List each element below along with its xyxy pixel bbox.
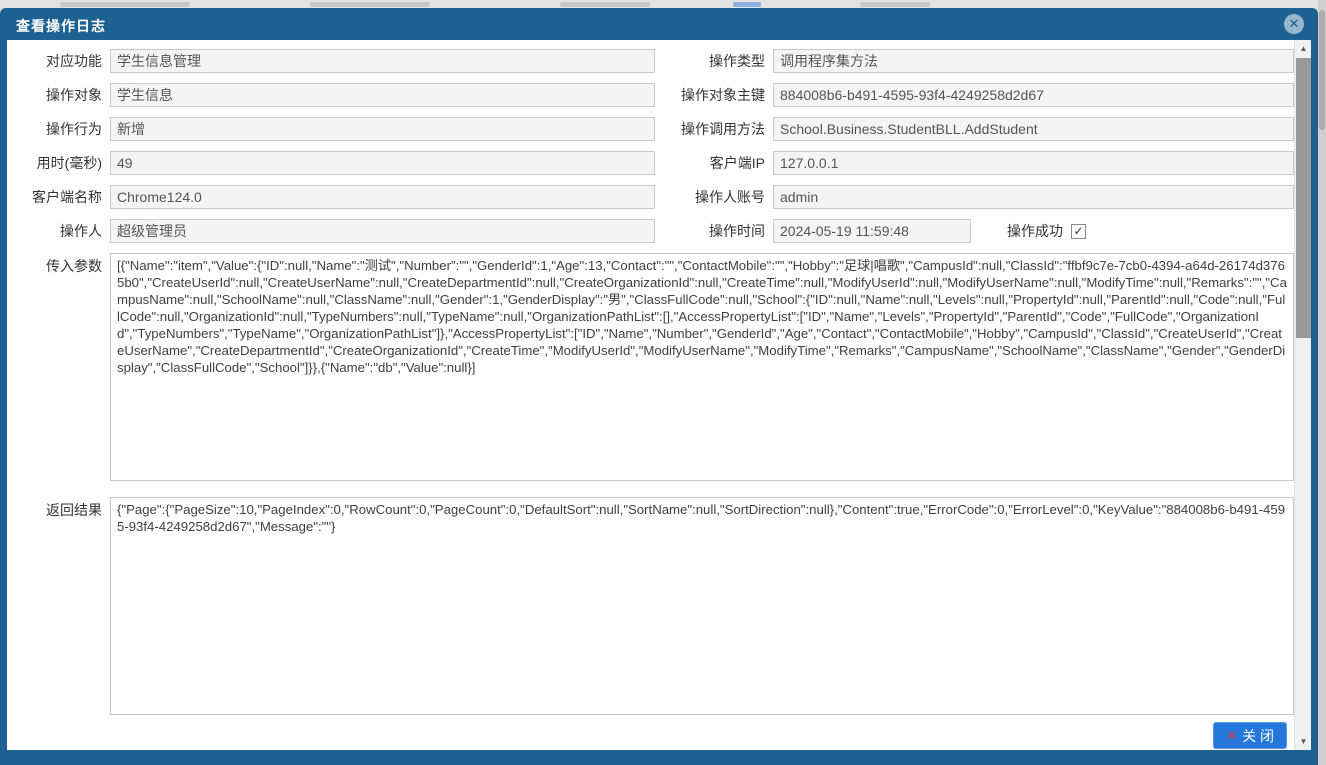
client-ip-field[interactable]: [773, 151, 1294, 175]
page-scrollbar-thumb[interactable]: [1319, 10, 1325, 130]
field-label-client-ip: 客户端IP: [709, 155, 765, 171]
close-x-icon: ✕: [1288, 16, 1300, 31]
background-blur: [310, 2, 430, 7]
form-row: 操作行为 操作调用方法: [7, 117, 1294, 141]
field-label-object-key: 操作对象主键: [681, 87, 765, 103]
function-field[interactable]: [110, 49, 655, 73]
background-blur: [560, 2, 650, 7]
input-params-textarea[interactable]: [{"Name":"item","Value":{"ID":null,"Name…: [110, 253, 1294, 481]
dialog-title: 查看操作日志: [16, 18, 106, 34]
object-key-field[interactable]: [773, 83, 1294, 107]
check-icon: ✓: [1073, 223, 1084, 238]
operator-field[interactable]: [110, 219, 655, 243]
field-label-function: 对应功能: [46, 53, 102, 69]
field-label-elapsed-ms: 用时(毫秒): [36, 155, 102, 171]
page-background: 查看操作日志 ✕ 对应功能 操作类型 操作对象 操作对象主键: [0, 0, 1326, 765]
client-name-field[interactable]: [110, 185, 655, 209]
operator-account-field[interactable]: [773, 185, 1294, 209]
operation-object-field[interactable]: [110, 83, 655, 107]
field-label-invoked-method: 操作调用方法: [681, 121, 765, 137]
form-row: 客户端名称 操作人账号: [7, 185, 1294, 209]
page-scrollbar[interactable]: [1318, 0, 1326, 765]
form-row: 操作人 操作时间 操作成功 ✓: [7, 219, 1294, 243]
close-button[interactable]: ✕ 关 闭: [1213, 722, 1287, 749]
dialog-titlebar: 查看操作日志 ✕: [0, 8, 1318, 40]
field-label-operator: 操作人: [60, 223, 102, 239]
background-blur: [733, 2, 761, 7]
close-button-x-icon: ✕: [1226, 727, 1238, 743]
invoked-method-field[interactable]: [773, 117, 1294, 141]
dialog-close-icon[interactable]: ✕: [1284, 14, 1304, 34]
operation-success-checkbox[interactable]: ✓: [1071, 223, 1086, 239]
dialog-content: 对应功能 操作类型 操作对象 操作对象主键 操作行为 操作调用方法: [7, 40, 1311, 750]
close-button-label: 关 闭: [1242, 727, 1274, 744]
return-result-textarea[interactable]: {"Page":{"PageSize":10,"PageIndex":0,"Ro…: [110, 497, 1294, 715]
field-label-operator-account: 操作人账号: [695, 189, 765, 205]
form-row: 对应功能 操作类型: [7, 49, 1294, 73]
operation-type-field[interactable]: [773, 49, 1294, 73]
scroll-up-icon[interactable]: ▲: [1295, 40, 1312, 57]
background-blur: [60, 2, 190, 7]
return-result-block: 返回结果 {"Page":{"PageSize":10,"PageIndex":…: [7, 481, 1294, 715]
field-label-return-result: 返回结果: [46, 502, 102, 518]
operation-action-field[interactable]: [110, 117, 655, 141]
view-operation-log-dialog: 查看操作日志 ✕ 对应功能 操作类型 操作对象 操作对象主键: [0, 8, 1318, 765]
scroll-down-icon[interactable]: ▼: [1295, 733, 1312, 750]
background-blur: [860, 2, 930, 7]
dialog-scrollbar[interactable]: ▲ ▼: [1294, 40, 1311, 750]
field-label-input-params: 传入参数: [46, 258, 102, 274]
background-page-sliver: [0, 0, 1326, 8]
form-row: 操作对象 操作对象主键: [7, 83, 1294, 107]
log-form: 对应功能 操作类型 操作对象 操作对象主键 操作行为 操作调用方法: [7, 40, 1294, 715]
field-label-operation-action: 操作行为: [46, 121, 102, 137]
field-label-operation-object: 操作对象: [46, 87, 102, 103]
field-label-operation-type: 操作类型: [709, 53, 765, 69]
field-label-client-name: 客户端名称: [32, 189, 102, 205]
operation-time-field[interactable]: [773, 219, 971, 243]
elapsed-ms-field[interactable]: [110, 151, 655, 175]
form-row: 用时(毫秒) 客户端IP: [7, 151, 1294, 175]
field-label-operation-time: 操作时间: [709, 223, 765, 239]
input-params-block: 传入参数 [{"Name":"item","Value":{"ID":null,…: [7, 253, 1294, 481]
operation-success-label: 操作成功: [1007, 223, 1063, 239]
dialog-scrollbar-thumb[interactable]: [1296, 58, 1311, 338]
